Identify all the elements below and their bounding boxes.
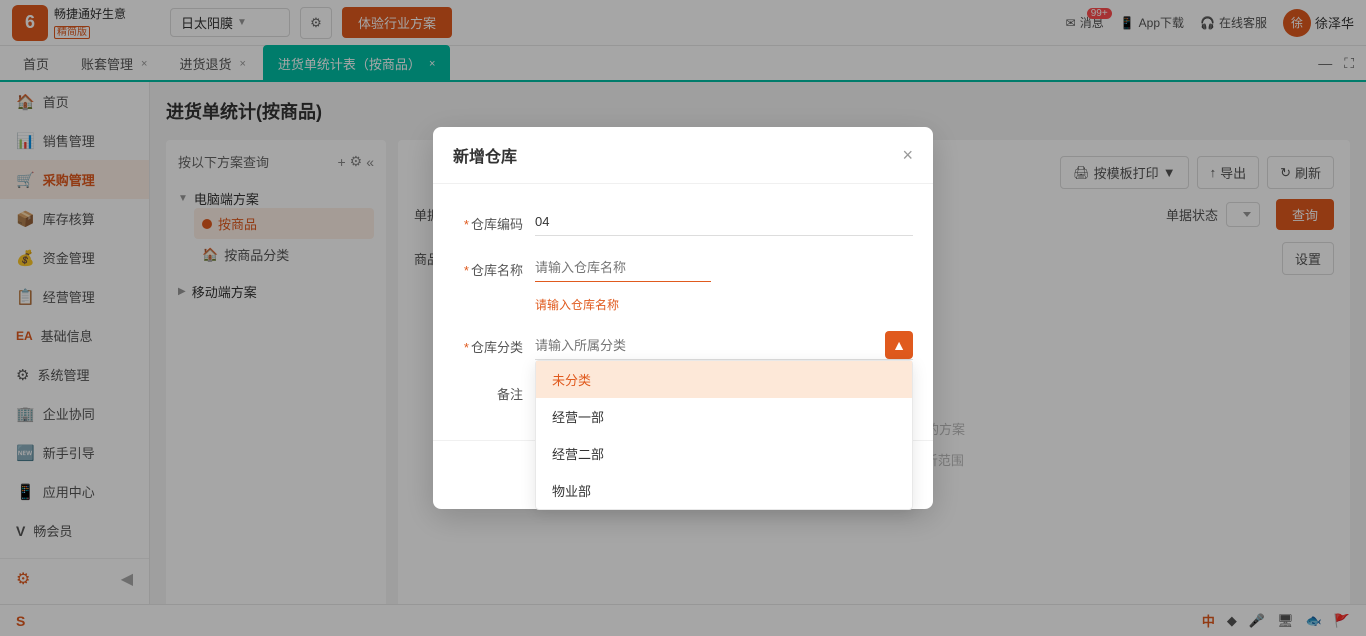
- modal-body: 仓库编码 仓库名称 请输入仓库名称 仓库分类: [433, 184, 933, 440]
- category-dropdown-list: 未分类 经营一部 经营二部 物业部: [535, 360, 913, 510]
- category-input[interactable]: [535, 332, 885, 359]
- modal-close-button[interactable]: ×: [902, 145, 913, 166]
- form-row-name: 仓库名称 请输入仓库名称: [453, 254, 913, 313]
- modal-new-warehouse: 新增仓库 × 仓库编码 仓库名称 请输入仓库名称: [433, 127, 933, 509]
- form-row-category: 仓库分类 ▲ 未分类 经营一部 经营二部 物业部: [453, 331, 913, 360]
- dropdown-input-row: ▲: [535, 331, 913, 360]
- warehouse-name-input[interactable]: [535, 254, 711, 282]
- warehouse-category-dropdown: ▲ 未分类 经营一部 经营二部 物业部: [535, 331, 913, 360]
- dropdown-option-dept1[interactable]: 经营一部: [536, 398, 912, 435]
- modal-overlay: 新增仓库 × 仓库编码 仓库名称 请输入仓库名称: [0, 0, 1366, 636]
- warehouse-name-error: 请输入仓库名称: [535, 296, 913, 313]
- warehouse-name-label: 仓库名称: [453, 254, 523, 282]
- dropdown-option-dept3[interactable]: 物业部: [536, 472, 912, 509]
- form-row-code: 仓库编码: [453, 208, 913, 236]
- warehouse-code-label: 仓库编码: [453, 208, 523, 233]
- modal-title: 新增仓库: [453, 143, 517, 167]
- warehouse-name-field-wrap: [535, 254, 913, 282]
- dropdown-option-dept2[interactable]: 经营二部: [536, 435, 912, 472]
- dropdown-option-uncategorized[interactable]: 未分类: [536, 361, 912, 398]
- warehouse-code-input[interactable]: [535, 208, 913, 236]
- modal-header: 新增仓库 ×: [433, 127, 933, 184]
- warehouse-category-label: 仓库分类: [453, 331, 523, 356]
- category-dropdown-toggle[interactable]: ▲: [885, 331, 913, 359]
- remark-label: 备注: [453, 378, 523, 403]
